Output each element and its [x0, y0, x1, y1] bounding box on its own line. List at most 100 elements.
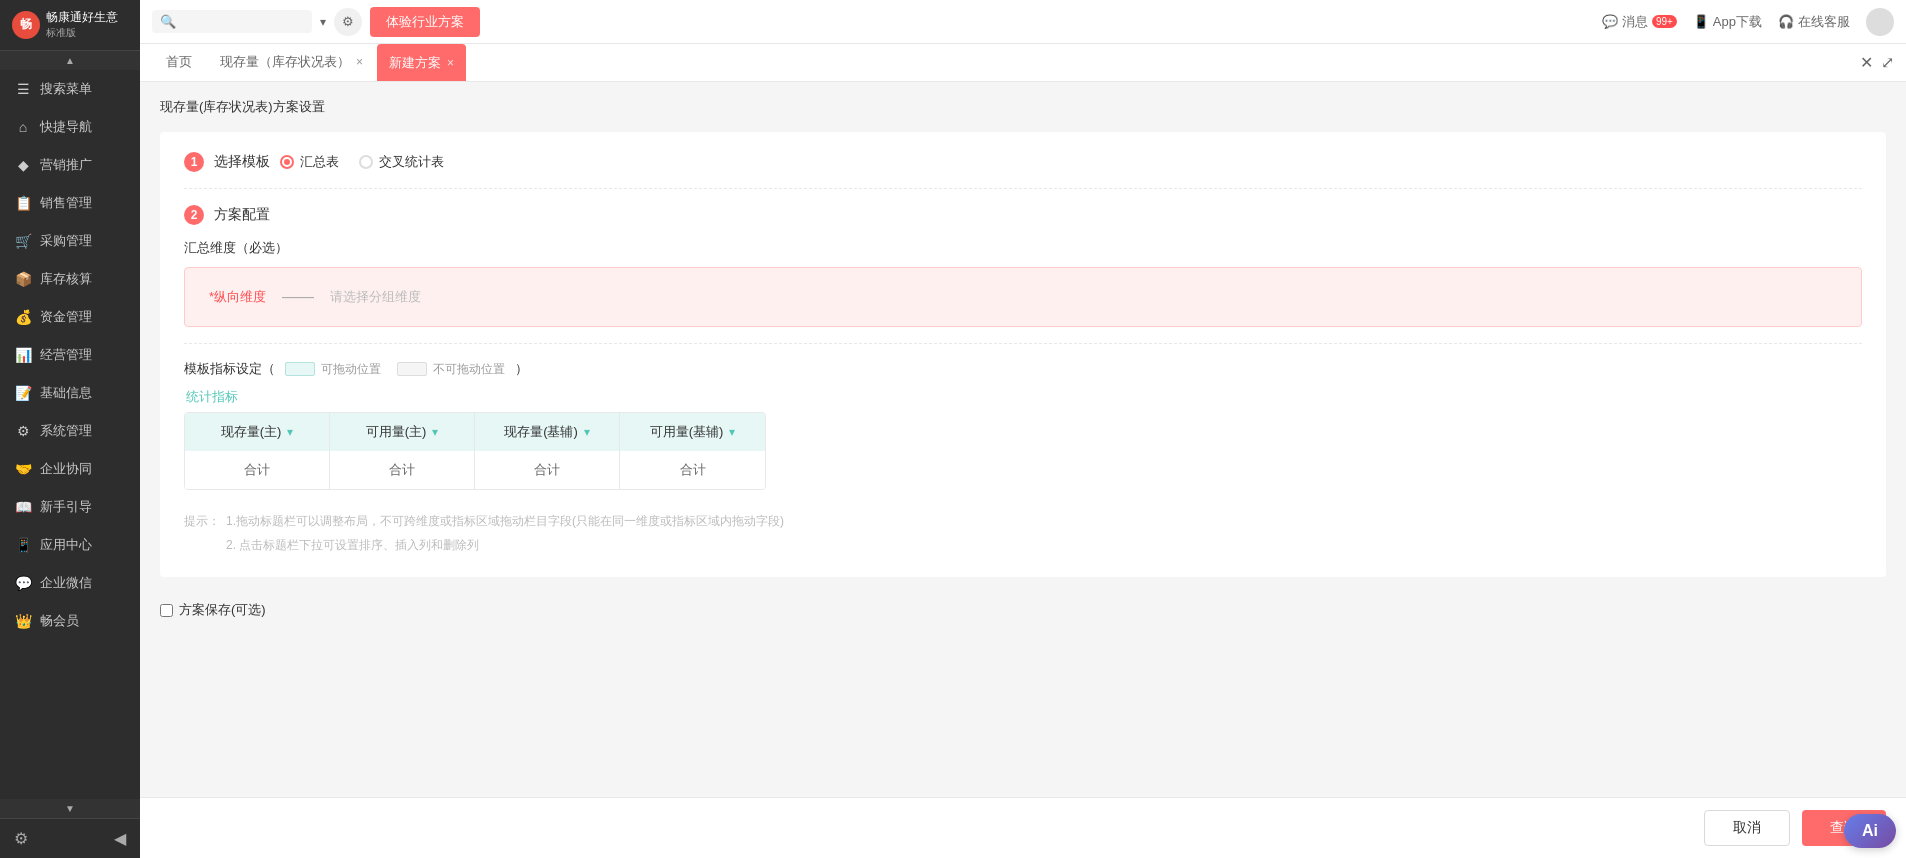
dimension-box[interactable]: *纵向维度 —— 请选择分组维度 — [184, 267, 1862, 327]
message-badge: 99+ — [1652, 15, 1677, 28]
legend-draggable: 可拖动位置 — [285, 361, 381, 378]
chevron-icon-3: ▾ — [729, 425, 735, 439]
sidebar-item-label: 企业协同 — [40, 460, 92, 478]
sidebar: 畅 畅康通好生意 标准版 ▲ ☰ 搜索菜单 ⌂ 快捷导航 ◆ 营销推广 📋 销售… — [0, 0, 140, 858]
tab-expand-icon[interactable]: ⤢ — [1881, 53, 1894, 72]
appstore-icon: 📱 — [14, 536, 32, 554]
tab-close-inventory[interactable]: × — [356, 55, 363, 69]
search-icon: 🔍 — [160, 14, 176, 29]
main-content: 现存量(库存状况表)方案设置 1 选择模板 汇总表 交叉统计表 — [140, 82, 1906, 797]
sidebar-item-label: 资金管理 — [40, 308, 92, 326]
divider-1 — [184, 188, 1862, 189]
legend-box-draggable — [285, 362, 315, 376]
tab-minimize-icon[interactable]: ✕ — [1860, 53, 1873, 72]
topbar-settings-btn[interactable]: ⚙ — [334, 8, 362, 36]
sidebar-scroll-up[interactable]: ▲ — [0, 51, 140, 70]
tab-inventory-status[interactable]: 现存量（库存状况表） × — [206, 44, 377, 81]
indicator-settings: 模板指标设定（ 可拖动位置 不可拖动位置 ） — [184, 360, 1862, 557]
sidebar-item-label: 新手引导 — [40, 498, 92, 516]
sidebar-item-marketing[interactable]: ◆ 营销推广 — [0, 146, 140, 184]
tab-new-plan[interactable]: 新建方案 × — [377, 44, 466, 81]
stats-col-header-3[interactable]: 可用量(基辅) ▾ — [620, 413, 765, 451]
config-section: 1 选择模板 汇总表 交叉统计表 2 方案配置 — [160, 132, 1886, 577]
stats-col-body-0: 合计 — [185, 451, 330, 489]
system-icon: ⚙ — [14, 422, 32, 440]
radio-cross[interactable]: 交叉统计表 — [359, 153, 444, 171]
purchase-icon: 🛒 — [14, 232, 32, 250]
sidebar-item-purchase[interactable]: 🛒 采购管理 — [0, 222, 140, 260]
stats-col-body-1: 合计 — [330, 451, 475, 489]
indicator-settings-label: 模板指标设定（ 可拖动位置 不可拖动位置 ） — [184, 360, 1862, 378]
tip-2: 提示： 2. 点击标题栏下拉可设置排序、插入列和删除列 — [184, 533, 1862, 557]
topbar-dropdown-icon[interactable]: ▾ — [320, 15, 326, 29]
sidebar-item-basic-info[interactable]: 📝 基础信息 — [0, 374, 140, 412]
stats-col-header-0[interactable]: 现存量(主) ▾ — [185, 413, 330, 451]
online-service-btn[interactable]: 🎧 在线客服 — [1778, 13, 1850, 31]
sidebar-logo: 畅 畅康通好生意 标准版 — [0, 0, 140, 51]
sidebar-item-quicknav[interactable]: ⌂ 快捷导航 — [0, 108, 140, 146]
settings-bottom-icon[interactable]: ⚙ — [14, 829, 28, 848]
tab-home[interactable]: 首页 — [152, 44, 206, 81]
search-input[interactable] — [180, 15, 270, 29]
cancel-button[interactable]: 取消 — [1704, 810, 1790, 846]
sales-icon: 📋 — [14, 194, 32, 212]
save-checkbox-label[interactable]: 方案保存(可选) — [160, 601, 1886, 619]
dimension-placeholder: 请选择分组维度 — [330, 288, 421, 306]
sidebar-item-newbie[interactable]: 📖 新手引导 — [0, 488, 140, 526]
radio-summary[interactable]: 汇总表 — [280, 153, 339, 171]
sidebar-item-finance[interactable]: 💰 资金管理 — [0, 298, 140, 336]
message-btn[interactable]: 💬 消息 99+ — [1602, 13, 1677, 31]
tab-close-new[interactable]: × — [447, 56, 454, 70]
ai-button[interactable]: Ai — [1844, 814, 1896, 848]
sidebar-scroll-down[interactable]: ▼ — [0, 799, 140, 818]
legend-non-draggable: 不可拖动位置 — [397, 361, 505, 378]
sidebar-item-label: 搜索菜单 — [40, 80, 92, 98]
sidebar-item-sales[interactable]: 📋 销售管理 — [0, 184, 140, 222]
sidebar-item-label: 营销推广 — [40, 156, 92, 174]
save-option-area: 方案保存(可选) — [160, 593, 1886, 627]
chevron-icon-0: ▾ — [287, 425, 293, 439]
step1-header: 1 选择模板 汇总表 交叉统计表 — [184, 152, 1862, 172]
step2-badge: 2 — [184, 205, 204, 225]
sidebar-bottom: ⚙ ◀ — [0, 818, 140, 858]
footer-buttons: 取消 查询 — [140, 797, 1906, 858]
collab-icon: 🤝 — [14, 460, 32, 478]
sidebar-item-system[interactable]: ⚙ 系统管理 — [0, 412, 140, 450]
industry-btn[interactable]: 体验行业方案 — [370, 7, 480, 37]
sidebar-item-corp-collab[interactable]: 🤝 企业协同 — [0, 450, 140, 488]
radio-dot-cross — [359, 155, 373, 169]
logo-icon: 畅 — [12, 11, 40, 39]
avatar[interactable] — [1866, 8, 1894, 36]
wechat-icon: 💬 — [14, 574, 32, 592]
stats-col-header-2[interactable]: 现存量(基辅) ▾ — [475, 413, 620, 451]
sidebar-item-label: 快捷导航 — [40, 118, 92, 136]
main-area: 🔍 ▾ ⚙ 体验行业方案 💬 消息 99+ 📱 App下载 🎧 在线客服 — [140, 0, 1906, 858]
sidebar-item-label: 企业微信 — [40, 574, 92, 592]
newbie-icon: 📖 — [14, 498, 32, 516]
sidebar-item-management[interactable]: 📊 经营管理 — [0, 336, 140, 374]
sidebar-item-wechat[interactable]: 💬 企业微信 — [0, 564, 140, 602]
management-icon: 📊 — [14, 346, 32, 364]
app-download-btn[interactable]: 📱 App下载 — [1693, 13, 1762, 31]
finance-icon: 💰 — [14, 308, 32, 326]
step1-badge: 1 — [184, 152, 204, 172]
sidebar-item-appstore[interactable]: 📱 应用中心 — [0, 526, 140, 564]
search-box[interactable]: 🔍 — [152, 10, 312, 33]
sidebar-item-member[interactable]: 👑 畅会员 — [0, 602, 140, 640]
sidebar-item-label: 畅会员 — [40, 612, 79, 630]
sidebar-nav: ☰ 搜索菜单 ⌂ 快捷导航 ◆ 营销推广 📋 销售管理 🛒 采购管理 📦 库存核… — [0, 70, 140, 799]
search-icon: ☰ — [14, 80, 32, 98]
member-icon: 👑 — [14, 612, 32, 630]
sidebar-item-label: 销售管理 — [40, 194, 92, 212]
radio-dot-summary — [280, 155, 294, 169]
sidebar-item-inventory[interactable]: 📦 库存核算 — [0, 260, 140, 298]
sidebar-item-search[interactable]: ☰ 搜索菜单 — [0, 70, 140, 108]
indicator-legend: 可拖动位置 不可拖动位置 — [285, 361, 505, 378]
app-icon: 📱 — [1693, 14, 1709, 29]
topbar-right: 💬 消息 99+ 📱 App下载 🎧 在线客服 — [1602, 8, 1894, 36]
divider-2 — [184, 343, 1862, 344]
stats-col-header-1[interactable]: 可用量(主) ▾ — [330, 413, 475, 451]
collapse-icon[interactable]: ◀ — [114, 829, 126, 848]
topbar: 🔍 ▾ ⚙ 体验行业方案 💬 消息 99+ 📱 App下载 🎧 在线客服 — [140, 0, 1906, 44]
save-checkbox-input[interactable] — [160, 604, 173, 617]
